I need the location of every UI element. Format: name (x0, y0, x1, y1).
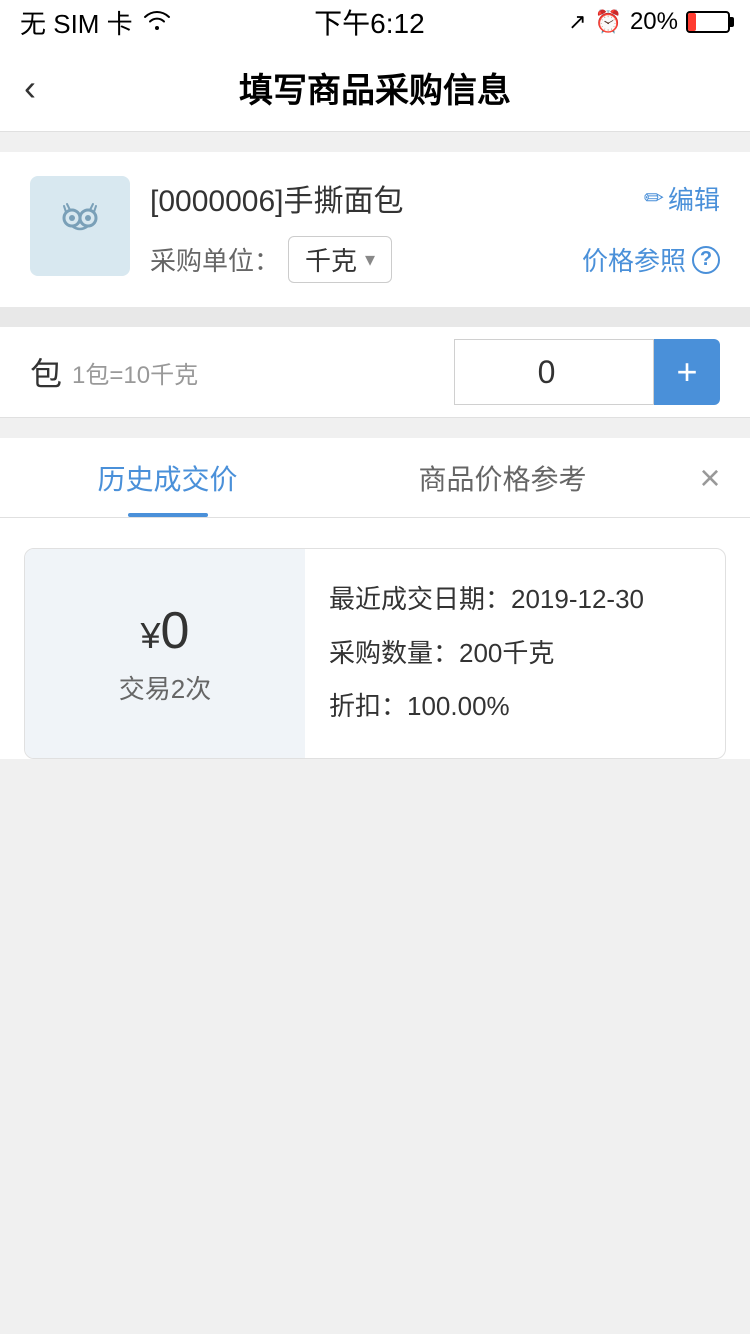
purchase-qty-label: 采购数量： (329, 638, 459, 668)
recent-date-value: 2019-12-30 (511, 584, 644, 614)
purchase-qty-value: 200千克 (459, 638, 554, 668)
quantity-input[interactable] (454, 339, 654, 405)
unit-dropdown-icon: ▾ (365, 247, 375, 272)
quantity-unit: 包 (30, 349, 62, 395)
price-ref-button[interactable]: 价格参照 ? (582, 241, 720, 278)
quantity-input-group: + (454, 339, 720, 405)
price-ref-label: 价格参照 (582, 241, 686, 278)
edit-label: 编辑 (668, 180, 720, 217)
battery-icon (686, 11, 730, 33)
page-title: 填写商品采购信息 (239, 63, 511, 112)
history-card-left: ¥0 交易2次 (25, 549, 305, 758)
unit-value: 千克 (305, 241, 357, 278)
product-logo-icon (50, 190, 110, 262)
product-name: [0000006]手撕面包 (150, 176, 403, 220)
product-row: [0000006]手撕面包 ✏ 编辑 采购单位： 千克 ▾ 价格参照 ? (30, 176, 720, 283)
discount-value: 100.00% (407, 691, 510, 721)
unit-select[interactable]: 千克 ▾ (288, 236, 392, 283)
history-price: ¥0 (141, 601, 190, 661)
thin-divider (0, 417, 750, 418)
quantity-label: 包 1包=10千克 (30, 349, 198, 395)
section-divider (0, 307, 750, 327)
product-details: [0000006]手撕面包 ✏ 编辑 采购单位： 千克 ▾ 价格参照 ? (150, 176, 720, 283)
purchase-unit-label: 采购单位： (150, 241, 280, 278)
currency-symbol: ¥ (141, 615, 161, 656)
sim-text: 无 SIM 卡 (20, 4, 133, 41)
tab-history-price[interactable]: 历史成交价 (0, 438, 335, 517)
battery-percent: 20% (630, 8, 678, 36)
discount-row: 折扣：100.00% (329, 686, 701, 728)
product-header: [0000006]手撕面包 ✏ 编辑 (150, 176, 720, 220)
quantity-plus-button[interactable]: + (654, 339, 720, 405)
tab-close-button[interactable]: × (670, 457, 750, 499)
history-trade-count: 交易2次 (119, 669, 211, 706)
product-thumbnail (30, 176, 130, 276)
price-amount: 0 (161, 602, 190, 660)
discount-label: 折扣： (329, 691, 407, 721)
tab-price-ref[interactable]: 商品价格参考 (335, 438, 670, 517)
tab-bar: 历史成交价 商品价格参考 × (0, 438, 750, 518)
status-bar: 无 SIM 卡 下午6:12 ↗ ⏰ 20% (0, 0, 750, 44)
purchase-unit-row: 采购单位： 千克 ▾ 价格参照 ? (150, 236, 720, 283)
history-card: ¥0 交易2次 最近成交日期：2019-12-30 采购数量：200千克 折扣：… (24, 548, 726, 759)
recent-date-label: 最近成交日期： (329, 584, 511, 614)
nav-bar: ‹ 填写商品采购信息 (0, 44, 750, 132)
quantity-conversion: 1包=10千克 (72, 355, 198, 390)
wifi-icon (143, 7, 171, 38)
quantity-section: 包 1包=10千克 + (0, 327, 750, 417)
recent-date-row: 最近成交日期：2019-12-30 (329, 579, 701, 621)
edit-button[interactable]: ✏ 编辑 (644, 180, 720, 217)
tab-price-ref-label: 商品价格参考 (418, 458, 586, 498)
tab-section: 历史成交价 商品价格参考 × ¥0 交易2次 最近成交日期：2019-12-30… (0, 438, 750, 759)
price-ref-info-icon: ? (692, 246, 720, 274)
status-right: ↗ ⏰ 20% (568, 8, 730, 36)
location-icon: ↗ (568, 9, 586, 35)
back-button[interactable]: ‹ (24, 67, 36, 109)
purchase-qty-row: 采购数量：200千克 (329, 633, 701, 675)
edit-icon: ✏ (644, 184, 664, 213)
product-section: [0000006]手撕面包 ✏ 编辑 采购单位： 千克 ▾ 价格参照 ? (0, 152, 750, 307)
status-time: 下午6:12 (314, 2, 425, 42)
alarm-icon: ⏰ (595, 9, 622, 35)
history-card-right: 最近成交日期：2019-12-30 采购数量：200千克 折扣：100.00% (305, 549, 725, 758)
status-left: 无 SIM 卡 (20, 4, 171, 41)
tab-history-label: 历史成交价 (97, 458, 237, 498)
